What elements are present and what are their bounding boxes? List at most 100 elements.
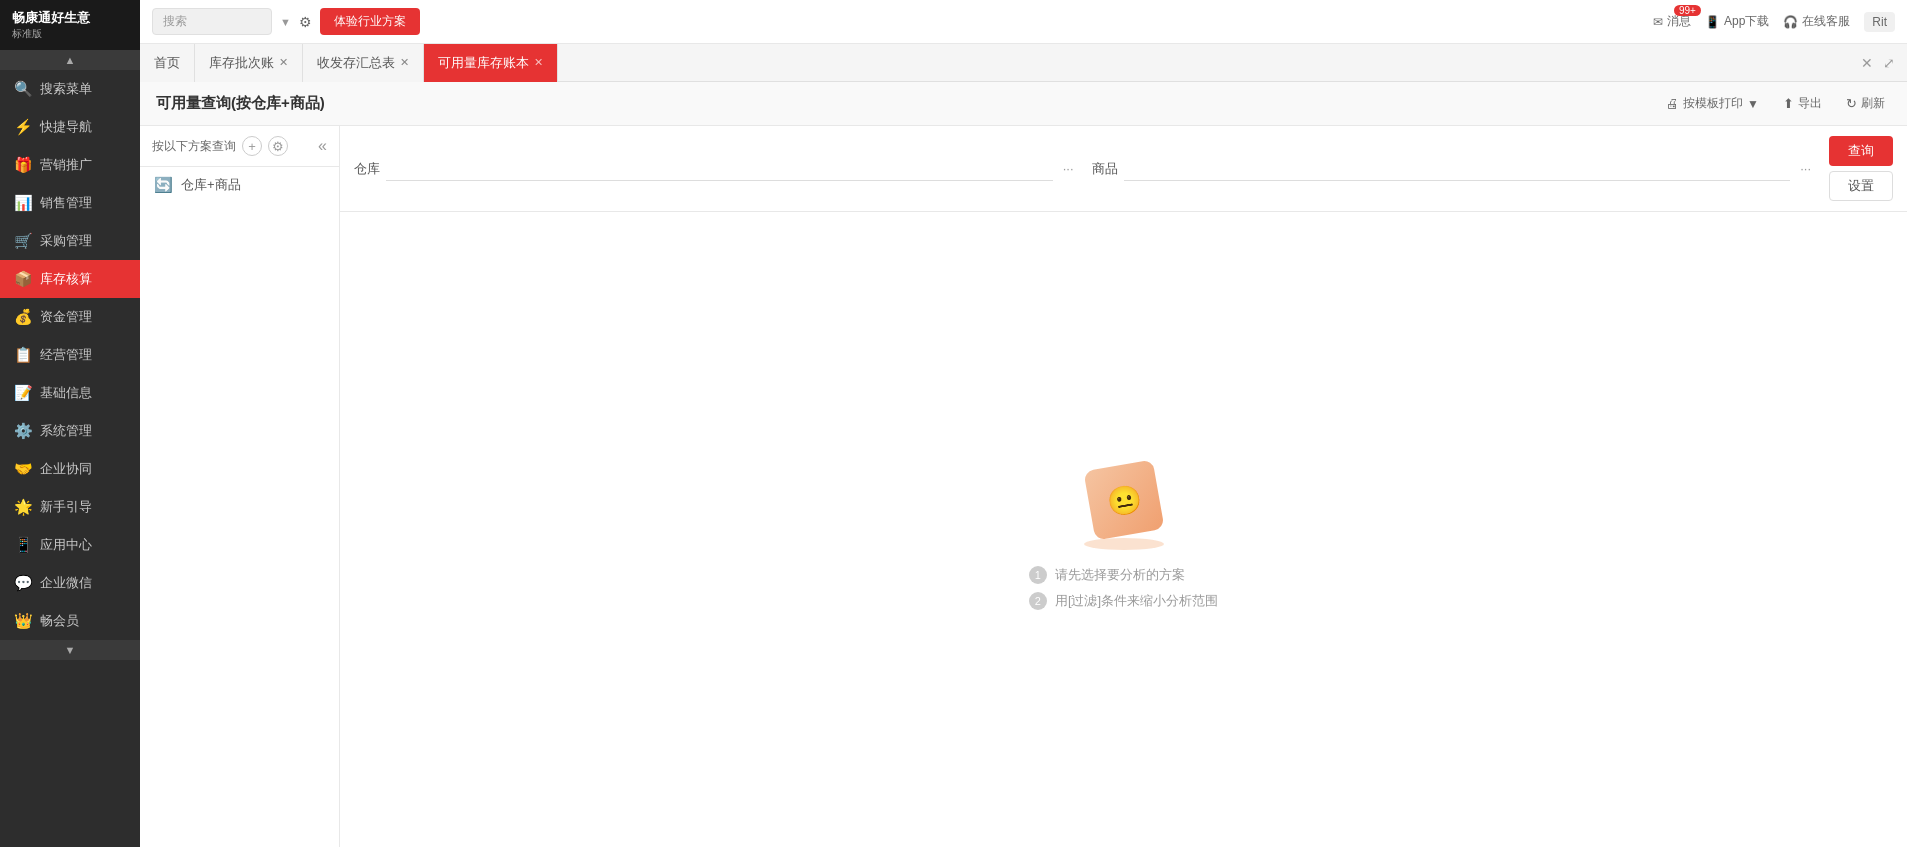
sidebar-item-system[interactable]: ⚙️ 系统管理 (0, 412, 140, 450)
empty-hints: 1 请先选择要分析的方案 2 用[过滤]条件来缩小分析范围 (1029, 566, 1218, 610)
box-face: 😐 (1103, 480, 1143, 519)
sidebar-item-finance[interactable]: 💰 资金管理 (0, 298, 140, 336)
goods-input[interactable] (1124, 157, 1791, 181)
app-download-label: App下载 (1724, 13, 1769, 30)
sidebar-item-label: 应用中心 (40, 536, 92, 554)
header-gear-icon[interactable]: ⚙ (299, 14, 312, 30)
filter-panel: 按以下方案查询 + ⚙ « 🔄 仓库+商品 (140, 126, 340, 847)
hint-text-1: 请先选择要分析的方案 (1055, 566, 1185, 584)
sidebar-item-label: 经营管理 (40, 346, 92, 364)
settings-button[interactable]: 设置 (1829, 171, 1893, 201)
export-icon: ⬆ (1783, 96, 1794, 111)
sidebar-item-label: 企业微信 (40, 574, 92, 592)
industry-solution-button[interactable]: 体验行业方案 (320, 8, 420, 35)
online-service-label: 在线客服 (1802, 13, 1850, 30)
crown-icon: 👑 (14, 612, 32, 630)
filter-item-warehouse-goods[interactable]: 🔄 仓库+商品 (140, 167, 339, 203)
goods-field: 商品 ··· (1092, 157, 1816, 181)
tab-home-label: 首页 (154, 54, 180, 72)
business-icon: 📋 (14, 346, 32, 364)
warehouse-field: 仓库 ··· (354, 157, 1078, 181)
online-service-button[interactable]: 🎧 在线客服 (1783, 13, 1850, 30)
export-button[interactable]: ⬆ 导出 (1777, 92, 1828, 115)
star-icon: 🌟 (14, 498, 32, 516)
filter-item-label: 仓库+商品 (181, 176, 241, 194)
sidebar-item-inventory[interactable]: 📦 库存核算 (0, 260, 140, 298)
app-download-button[interactable]: 📱 App下载 (1705, 13, 1769, 30)
tab-bar: 首页 库存批次账 ✕ 收发存汇总表 ✕ 可用量库存账本 ✕ ✕ ⤢ (140, 44, 1907, 82)
sidebar-item-label: 库存核算 (40, 270, 92, 288)
sidebar-item-purchase[interactable]: 🛒 采购管理 (0, 222, 140, 260)
tab-close-icon[interactable]: ✕ (400, 56, 409, 69)
sidebar-item-label: 新手引导 (40, 498, 92, 516)
print-template-label: 按模板打印 (1683, 95, 1743, 112)
tab-batch-ledger[interactable]: 库存批次账 ✕ (195, 44, 303, 82)
goods-more-icon[interactable]: ··· (1796, 159, 1815, 178)
filter-header: 按以下方案查询 + ⚙ « (140, 126, 339, 167)
sidebar-item-label: 快捷导航 (40, 118, 92, 136)
sidebar-item-guide[interactable]: 🌟 新手引导 (0, 488, 140, 526)
sidebar-item-cooperation[interactable]: 🤝 企业协同 (0, 450, 140, 488)
message-icon: ✉ (1653, 15, 1663, 29)
sidebar-item-business[interactable]: 📋 经营管理 (0, 336, 140, 374)
sidebar-item-app-center[interactable]: 📱 应用中心 (0, 526, 140, 564)
tab-available-ledger-label: 可用量库存账本 (438, 54, 529, 72)
filter-settings-button[interactable]: ⚙ (268, 136, 288, 156)
empty-box: 😐 (1083, 459, 1164, 540)
tab-close-icon[interactable]: ✕ (279, 56, 288, 69)
tab-right-actions: ✕ ⤢ (1849, 55, 1907, 71)
sidebar-item-label: 销售管理 (40, 194, 92, 212)
tab-stock-summary-label: 收发存汇总表 (317, 54, 395, 72)
sidebar-item-marketing[interactable]: 🎁 营销推广 (0, 146, 140, 184)
dropdown-icon[interactable]: ▼ (280, 16, 291, 28)
refresh-icon: ↻ (1846, 96, 1857, 111)
content-area: 按以下方案查询 + ⚙ « 🔄 仓库+商品 仓库 ··· (140, 126, 1907, 847)
sidebar-item-basic-info[interactable]: 📝 基础信息 (0, 374, 140, 412)
tab-home[interactable]: 首页 (140, 44, 195, 82)
sidebar-item-vip[interactable]: 👑 畅会员 (0, 602, 140, 640)
sidebar-item-sales[interactable]: 📊 销售管理 (0, 184, 140, 222)
empty-shadow (1084, 538, 1164, 550)
header-right: ✉ 消息 99+ 📱 App下载 🎧 在线客服 Rit (1653, 12, 1895, 32)
tab-stock-summary[interactable]: 收发存汇总表 ✕ (303, 44, 424, 82)
chart-icon: 📊 (14, 194, 32, 212)
tab-available-ledger[interactable]: 可用量库存账本 ✕ (424, 44, 558, 82)
sidebar-item-label: 企业协同 (40, 460, 92, 478)
phone-icon: 📱 (1705, 15, 1720, 29)
refresh-label: 刷新 (1861, 95, 1885, 112)
filter-collapse-icon[interactable]: « (318, 137, 327, 155)
print-template-button[interactable]: 🖨 按模板打印 ▼ (1660, 92, 1765, 115)
main-panel: 仓库 ··· 商品 ··· 查询 设置 (340, 126, 1907, 847)
query-bar: 仓库 ··· 商品 ··· 查询 设置 (340, 126, 1907, 212)
sidebar-item-label: 采购管理 (40, 232, 92, 250)
empty-illustration: 😐 (1074, 450, 1174, 550)
shortcut-icon: ⚡ (14, 118, 32, 136)
sidebar-scroll-up[interactable]: ▲ (0, 50, 140, 70)
main-area: 搜索 ▼ ⚙ 体验行业方案 ✉ 消息 99+ 📱 App下载 🎧 在线客服 Ri… (140, 0, 1907, 847)
tab-bar-close-icon[interactable]: ✕ (1861, 55, 1873, 71)
filter-header-left: 按以下方案查询 + ⚙ (152, 136, 288, 156)
filter-item-icon: 🔄 (154, 176, 173, 194)
sidebar: 畅康通好生意 标准版 ▲ 🔍 搜索菜单 ⚡ 快捷导航 🎁 营销推广 📊 销售管理… (0, 0, 140, 847)
query-actions: 查询 设置 (1829, 136, 1893, 201)
gear-icon: ⚙️ (14, 422, 32, 440)
sidebar-item-search[interactable]: 🔍 搜索菜单 (0, 70, 140, 108)
refresh-button[interactable]: ↻ 刷新 (1840, 92, 1891, 115)
sidebar-item-shortcut[interactable]: ⚡ 快捷导航 (0, 108, 140, 146)
empty-hint-2: 2 用[过滤]条件来缩小分析范围 (1029, 592, 1218, 610)
tab-bar-expand-icon[interactable]: ⤢ (1883, 55, 1895, 71)
filter-add-button[interactable]: + (242, 136, 262, 156)
warehouse-input[interactable] (386, 157, 1053, 181)
warehouse-more-icon[interactable]: ··· (1059, 159, 1078, 178)
page-header: 可用量查询(按仓库+商品) 🖨 按模板打印 ▼ ⬆ 导出 ↻ 刷新 (140, 82, 1907, 126)
sidebar-scroll-down[interactable]: ▼ (0, 640, 140, 660)
query-button[interactable]: 查询 (1829, 136, 1893, 166)
user-avatar[interactable]: Rit (1864, 12, 1895, 32)
page-actions: 🖨 按模板打印 ▼ ⬆ 导出 ↻ 刷新 (1660, 92, 1891, 115)
search-icon: 🔍 (14, 80, 32, 98)
header-search-box[interactable]: 搜索 (152, 8, 272, 35)
wechat-icon: 💬 (14, 574, 32, 592)
tab-close-active-icon[interactable]: ✕ (534, 56, 543, 69)
message-button[interactable]: ✉ 消息 99+ (1653, 13, 1691, 30)
sidebar-item-enterprise-wx[interactable]: 💬 企业微信 (0, 564, 140, 602)
